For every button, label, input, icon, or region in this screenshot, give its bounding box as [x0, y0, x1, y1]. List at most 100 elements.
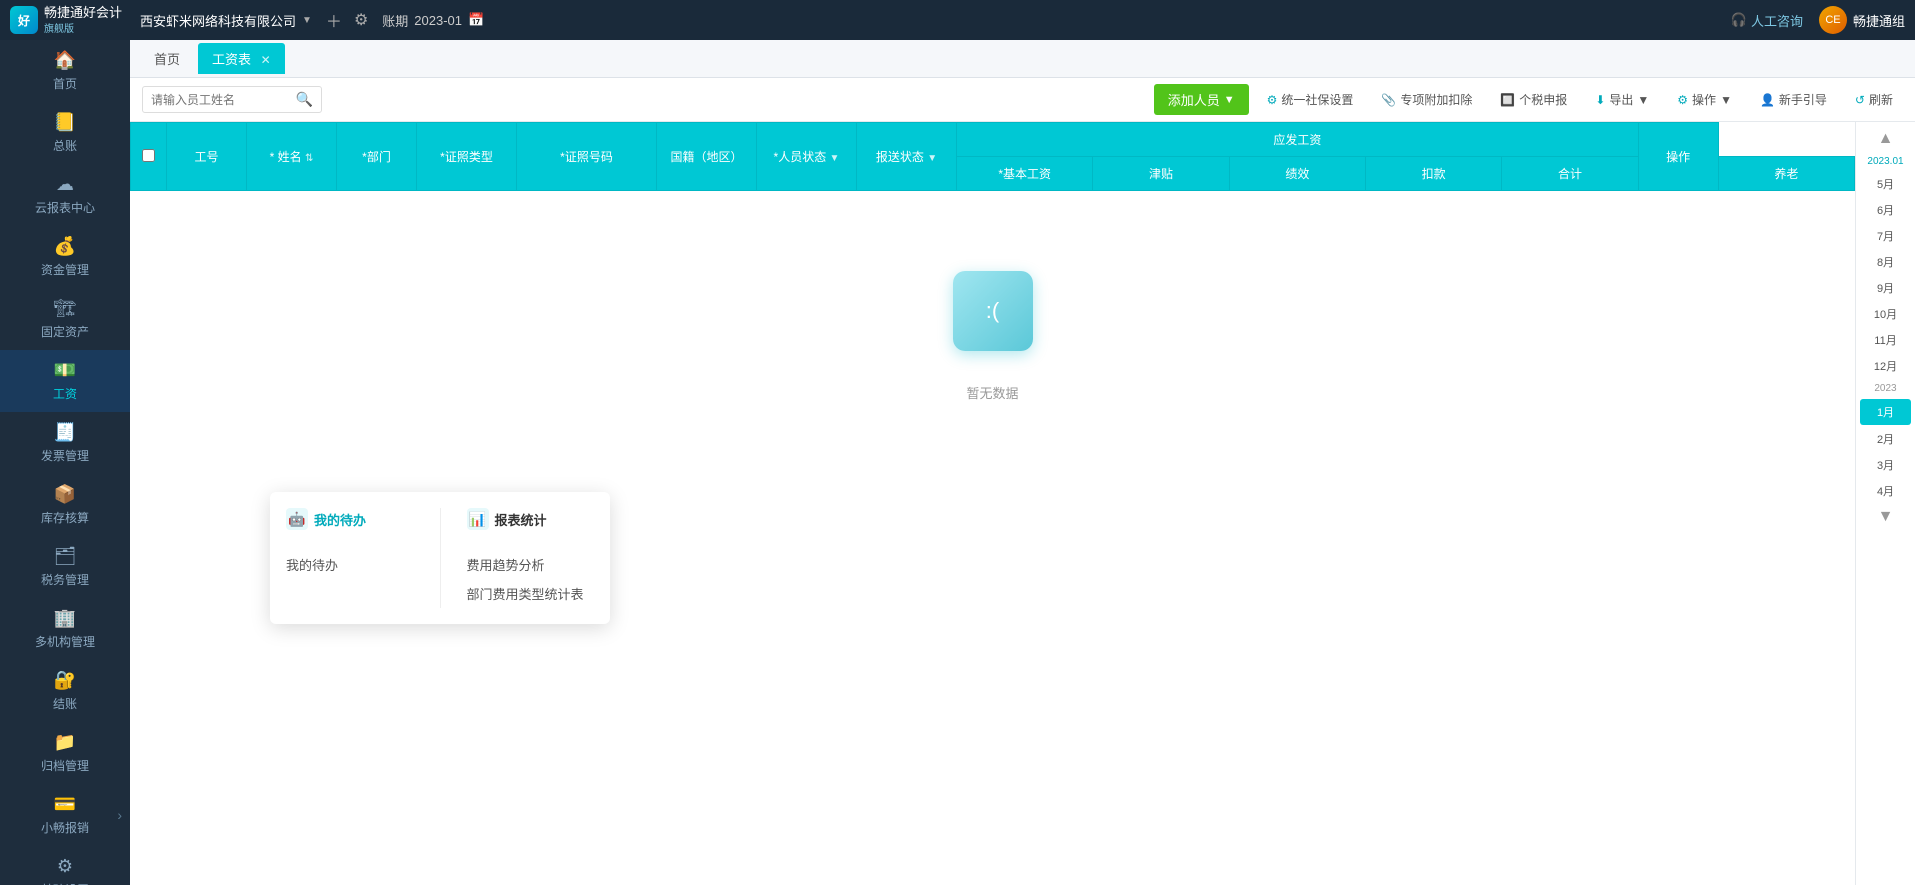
export-button[interactable]: ⬇ 导出 ▼: [1585, 86, 1659, 113]
filter-status-icon[interactable]: ▼: [830, 153, 840, 164]
th-ops: 操作: [1638, 123, 1718, 191]
avatar-initials: CE: [1825, 14, 1840, 26]
social-security-button[interactable]: ⚙ 统一社保设置: [1257, 86, 1364, 113]
personal-tax-button[interactable]: 🔲 个税申报: [1490, 86, 1577, 113]
toolbar: 🔍 添加人员 ▼ ⚙ 统一社保设置 📎 专项附加扣除 🔲 个税申报 ⬇ 导出: [130, 78, 1915, 122]
social-security-icon: ⚙: [1267, 93, 1278, 107]
inventory-icon: 📦: [54, 484, 76, 505]
fund-icon: 💰: [54, 236, 76, 257]
sidebar-item-inventory[interactable]: 📦 库存核算: [0, 474, 130, 536]
special-add-button[interactable]: 📎 专项附加扣除: [1371, 86, 1482, 113]
tab-salary-table[interactable]: 工资表 ✕: [198, 43, 285, 74]
sidebar-item-basic-settings[interactable]: ⚙ 基础设置: [0, 846, 130, 885]
sidebar-item-close-account[interactable]: 🔐 结账: [0, 660, 130, 722]
timeline-down-button[interactable]: ▼: [1874, 504, 1898, 530]
sidebar-label-fixed: 固定资产: [41, 323, 89, 340]
sidebar-item-home[interactable]: 🏠 首页: [0, 40, 130, 102]
sidebar-item-invoice[interactable]: 🧾 发票管理: [0, 412, 130, 474]
th-country: 国籍（地区）: [657, 123, 757, 191]
timeline-month-9[interactable]: 9月: [1856, 275, 1915, 301]
timeline-month-12[interactable]: 12月: [1856, 353, 1915, 379]
popup-dept-label: 部门费用类型统计表: [467, 587, 584, 602]
month-8-label: 8月: [1877, 257, 1894, 269]
company-selector[interactable]: 西安虾米网络科技有限公司 ▼: [140, 11, 312, 30]
sidebar-item-ledger[interactable]: 📒 总账: [0, 102, 130, 164]
sidebar-item-xiao-chang[interactable]: 💳 小畅报销: [0, 784, 130, 846]
sidebar-item-fund[interactable]: 💰 资金管理: [0, 226, 130, 288]
company-dropdown-arrow: ▼: [302, 15, 312, 26]
th-send-status: 报送状态 ▼: [857, 123, 957, 191]
timeline-month-3[interactable]: 3月: [1856, 452, 1915, 478]
month-6-label: 6月: [1877, 205, 1894, 217]
th-bonus: 绩效: [1229, 157, 1365, 191]
popup-divider: [440, 508, 441, 608]
tab-home[interactable]: 首页: [140, 43, 194, 74]
period-area: 账期 2023-01 📅: [382, 11, 484, 30]
tab-bar: 首页 工资表 ✕ ✕: [130, 40, 1915, 78]
sidebar-label-inventory: 库存核算: [41, 509, 89, 526]
personal-tax-icon: 🔲: [1500, 93, 1515, 107]
sidebar-label-home: 首页: [53, 75, 77, 92]
timeline-month-current[interactable]: 1月: [1860, 399, 1911, 425]
th-salary-group: 应发工资: [957, 123, 1639, 157]
sidebar-item-tax[interactable]: 🗂 税务管理: [0, 536, 130, 598]
sort-name-icon[interactable]: ⇅: [305, 153, 313, 164]
archive-icon: 📁: [54, 732, 76, 753]
popup-item-expense-trend[interactable]: 费用趋势分析: [467, 550, 595, 579]
add-person-button[interactable]: 添加人员 ▼: [1154, 84, 1249, 115]
select-all-checkbox[interactable]: [142, 149, 155, 162]
popup-item-dept-expense[interactable]: 部门费用类型统计表: [467, 579, 595, 608]
timeline-month-5[interactable]: 5月: [1856, 171, 1915, 197]
th-deduct-label: 扣款: [1422, 167, 1446, 181]
th-send-label: 报送状态: [876, 150, 924, 164]
no-data-state: 暂无数据: [130, 191, 1855, 482]
sidebar-label-multi: 多机构管理: [35, 633, 95, 650]
operations-button[interactable]: ⚙ 操作 ▼: [1667, 86, 1742, 113]
user-area[interactable]: CE 畅捷通组: [1819, 6, 1905, 34]
popup-item-my-todo[interactable]: 我的待办: [286, 550, 414, 579]
sidebar: 🏠 首页 📒 总账 ☁ 云报表中心 💰 资金管理 🏗 固定资产 💵 工资 🧾 发…: [0, 40, 130, 885]
timeline-month-7[interactable]: 7月: [1856, 223, 1915, 249]
tab-close-button[interactable]: ✕: [261, 53, 271, 67]
add-company-button[interactable]: ＋: [322, 4, 346, 36]
settings-nav-icon: ⚙: [57, 856, 73, 877]
guide-label: 新手引导: [1779, 91, 1827, 108]
sidebar-item-archive[interactable]: 📁 归档管理: [0, 722, 130, 784]
support-button[interactable]: 🎧 人工咨询: [1731, 11, 1803, 30]
calendar-icon[interactable]: 📅: [468, 12, 484, 28]
refresh-button[interactable]: ↺ 刷新: [1845, 86, 1903, 113]
export-dropdown-icon: ▼: [1637, 93, 1649, 107]
timeline-month-6[interactable]: 6月: [1856, 197, 1915, 223]
sidebar-item-fixed-assets[interactable]: 🏗 固定资产: [0, 288, 130, 350]
sidebar-item-salary[interactable]: 💵 工资: [0, 350, 130, 412]
timeline-month-8[interactable]: 8月: [1856, 249, 1915, 275]
th-cert-num: *证照号码: [517, 123, 657, 191]
timeline-month-10[interactable]: 10月: [1856, 301, 1915, 327]
sidebar-label-invoice: 发票管理: [41, 447, 89, 464]
month-12-label: 12月: [1874, 361, 1897, 373]
table-container: 工号 * 姓名 ⇅ *部门 *证照类型: [130, 122, 1855, 885]
search-icon[interactable]: 🔍: [296, 91, 313, 108]
timeline-month-2[interactable]: 2月: [1856, 426, 1915, 452]
sidebar-item-cloud-report[interactable]: ☁ 云报表中心: [0, 164, 130, 226]
timeline-month-4[interactable]: 4月: [1856, 478, 1915, 504]
filter-send-icon[interactable]: ▼: [927, 153, 937, 164]
add-person-label: 添加人员: [1168, 90, 1220, 109]
timeline-month-11[interactable]: 11月: [1856, 327, 1915, 353]
th-country-label: 国籍（地区）: [670, 150, 742, 164]
search-input[interactable]: [151, 93, 290, 107]
th-deduct: 扣款: [1365, 157, 1501, 191]
th-name: * 姓名 ⇅: [247, 123, 337, 191]
settings-button[interactable]: ⚙: [350, 6, 372, 34]
month-10-label: 10月: [1874, 309, 1897, 321]
right-header: 🎧 人工咨询 CE 畅捷通组: [1731, 6, 1905, 34]
sidebar-item-multi-org[interactable]: 🏢 多机构管理: [0, 598, 130, 660]
guide-button[interactable]: 👤 新手引导: [1750, 86, 1837, 113]
th-base-label: *基本工资: [998, 167, 1051, 181]
th-person-status-label: *人员状态: [774, 150, 827, 164]
timeline-up-button[interactable]: ▲: [1874, 126, 1898, 152]
sidebar-label-ledger: 总账: [53, 137, 77, 154]
main-layout: 🏠 首页 📒 总账 ☁ 云报表中心 💰 资金管理 🏗 固定资产 💵 工资 🧾 发…: [0, 40, 1915, 885]
month-11-label: 11月: [1874, 335, 1896, 347]
xiao-chang-icon: 💳: [54, 794, 76, 815]
